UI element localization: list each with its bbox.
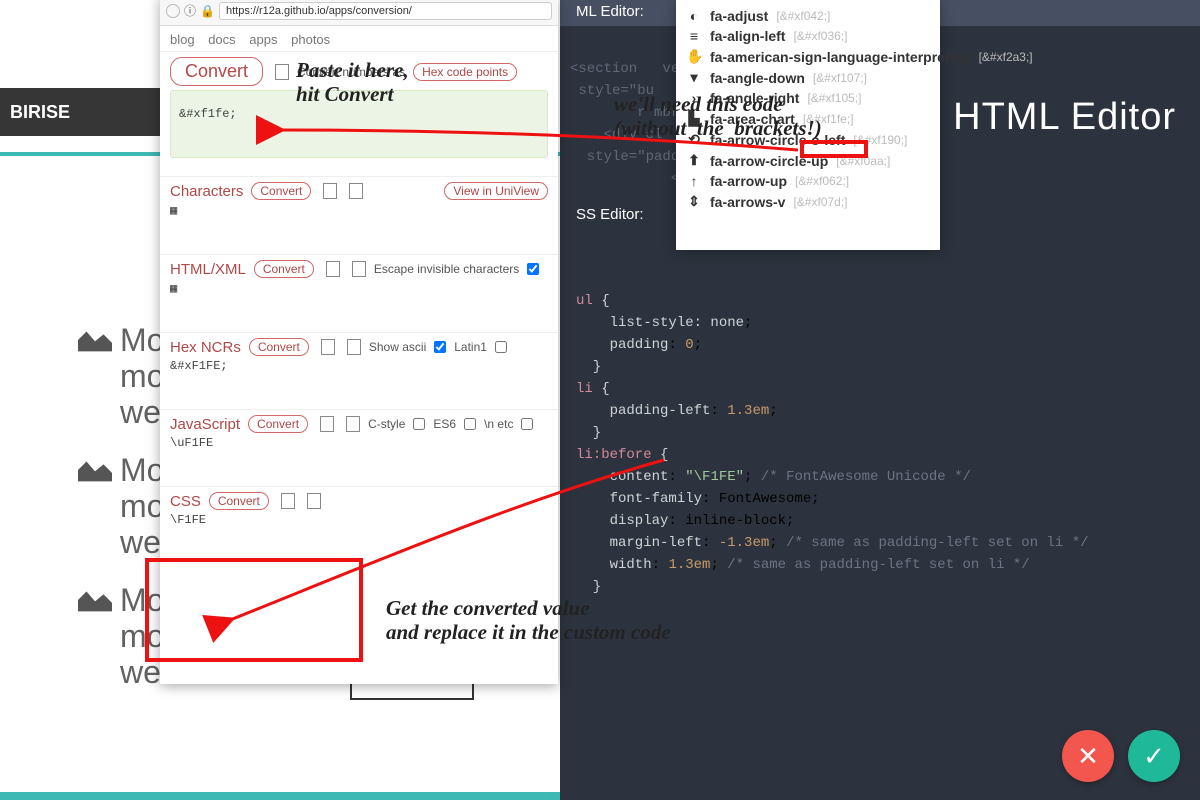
info-icon[interactable]: ⓘ <box>184 2 196 19</box>
characters-convert-button[interactable]: Convert <box>251 182 311 200</box>
cstyle-checkbox[interactable] <box>413 418 425 430</box>
characters-output[interactable]: ▦ <box>170 203 548 218</box>
convert-button[interactable]: Convert <box>170 57 263 86</box>
list-item[interactable]: ≡fa-align-left[&#xf036;] <box>686 26 930 46</box>
list-item[interactable]: ◐fa-adjust[&#xf042;] <box>686 6 930 26</box>
highlight-box-css-output <box>145 558 363 662</box>
nav-blog[interactable]: blog <box>170 32 195 47</box>
html-editor-label: ML Editor: <box>576 3 644 20</box>
htmlxml-output[interactable]: ▦ <box>170 281 548 296</box>
es6-label: ES6 <box>433 417 456 431</box>
browser-url-bar: ⓘ 🔒 https://r12a.github.io/apps/conversi… <box>160 0 558 26</box>
asl-icon: ✋ <box>686 48 702 65</box>
characters-section: Characters Convert View in UniView ▦ <box>160 176 558 254</box>
copy-icon[interactable] <box>320 416 334 432</box>
annotation-get-value: Get the converted value and replace it i… <box>386 596 671 644</box>
list-item[interactable]: ✋fa-american-sign-language-interpreting[… <box>686 46 930 67</box>
characters-title: Characters <box>170 183 243 200</box>
annotation-need-code: we'll need this code (without the bracke… <box>614 92 822 140</box>
area-chart-icon <box>78 458 112 482</box>
hexncr-title: Hex NCRs <box>170 339 241 356</box>
htmlxml-convert-button[interactable]: Convert <box>254 260 314 278</box>
list-item[interactable]: ↑fa-arrow-up[&#xf062;] <box>686 171 930 191</box>
angle-down-icon: ▾ <box>686 69 702 86</box>
html-editor-title: HTML Editor <box>953 96 1176 139</box>
footer-line <box>0 792 560 800</box>
nav-docs[interactable]: docs <box>208 32 235 47</box>
css-section: CSS Convert \F1FE <box>160 486 558 555</box>
nav-apps[interactable]: apps <box>249 32 277 47</box>
css-code-block[interactable]: ul { list-style: none; padding: 0; } li … <box>576 268 1089 598</box>
copy-icon[interactable] <box>321 339 335 355</box>
back-icon[interactable] <box>166 4 180 18</box>
highlight-box-code <box>800 140 868 158</box>
area-chart-icon <box>78 328 112 352</box>
arrows-v-icon: ⇕ <box>686 193 702 210</box>
select-icon[interactable] <box>347 339 361 355</box>
copy-icon[interactable] <box>281 493 295 509</box>
css-convert-button[interactable]: Convert <box>209 492 269 510</box>
adjust-icon: ◐ <box>686 8 702 24</box>
netc-label: \n etc <box>484 417 513 431</box>
arrow-circle-up-icon: ⬆ <box>686 152 702 169</box>
showascii-label: Show ascii <box>369 340 426 354</box>
htmlxml-title: HTML/XML <box>170 261 246 278</box>
cstyle-label: C-style <box>368 417 405 431</box>
site-nav: blog docs apps photos <box>160 26 558 51</box>
view-in-uniview-button[interactable]: View in UniView <box>444 182 548 200</box>
lock-icon: 🔒 <box>200 4 215 18</box>
copy-icon[interactable] <box>323 183 337 199</box>
list-item[interactable]: ▾fa-angle-down[&#xf107;] <box>686 67 930 88</box>
escape-label: Escape invisible characters <box>374 262 519 276</box>
htmlxml-section: HTML/XML Convert Escape invisible charac… <box>160 254 558 332</box>
select-icon[interactable] <box>352 261 366 277</box>
js-title: JavaScript <box>170 416 240 433</box>
latin1-label: Latin1 <box>454 340 487 354</box>
url-field[interactable]: https://r12a.github.io/apps/conversion/ <box>219 2 552 20</box>
select-icon[interactable] <box>346 416 360 432</box>
js-output[interactable]: \uF1FE <box>170 436 548 450</box>
confirm-button[interactable]: ✓ <box>1128 730 1180 782</box>
cancel-button[interactable]: ✕ <box>1062 730 1114 782</box>
align-left-icon: ≡ <box>686 28 702 44</box>
showascii-checkbox[interactable] <box>434 341 446 353</box>
es6-checkbox[interactable] <box>464 418 476 430</box>
annotation-paste: Paste it here, hit Convert <box>296 58 409 106</box>
netc-checkbox[interactable] <box>521 418 533 430</box>
css-editor-label: SS Editor: <box>576 206 644 223</box>
hex-code-points-button[interactable]: Hex code points <box>413 63 517 81</box>
nav-photos[interactable]: photos <box>291 32 330 47</box>
css-output[interactable]: \F1FE <box>170 513 548 527</box>
escape-checkbox[interactable] <box>527 263 539 275</box>
site-logo: BIRISE <box>0 88 160 136</box>
arrow-up-icon: ↑ <box>686 173 702 189</box>
js-convert-button[interactable]: Convert <box>248 415 308 433</box>
hexncr-convert-button[interactable]: Convert <box>249 338 309 356</box>
copy-icon[interactable] <box>275 64 289 80</box>
area-chart-icon <box>78 588 112 612</box>
list-item[interactable]: ⇕fa-arrows-v[&#xf07d;] <box>686 191 930 212</box>
hexncr-section: Hex NCRs Convert Show ascii Latin1 &#xF1… <box>160 332 558 409</box>
select-icon[interactable] <box>349 183 363 199</box>
select-icon[interactable] <box>307 493 321 509</box>
latin1-checkbox[interactable] <box>495 341 507 353</box>
css-title: CSS <box>170 493 201 510</box>
javascript-section: JavaScript Convert C-style ES6 \n etc \u… <box>160 409 558 486</box>
hexncr-output[interactable]: &#xF1FE; <box>170 359 548 373</box>
copy-icon[interactable] <box>326 261 340 277</box>
